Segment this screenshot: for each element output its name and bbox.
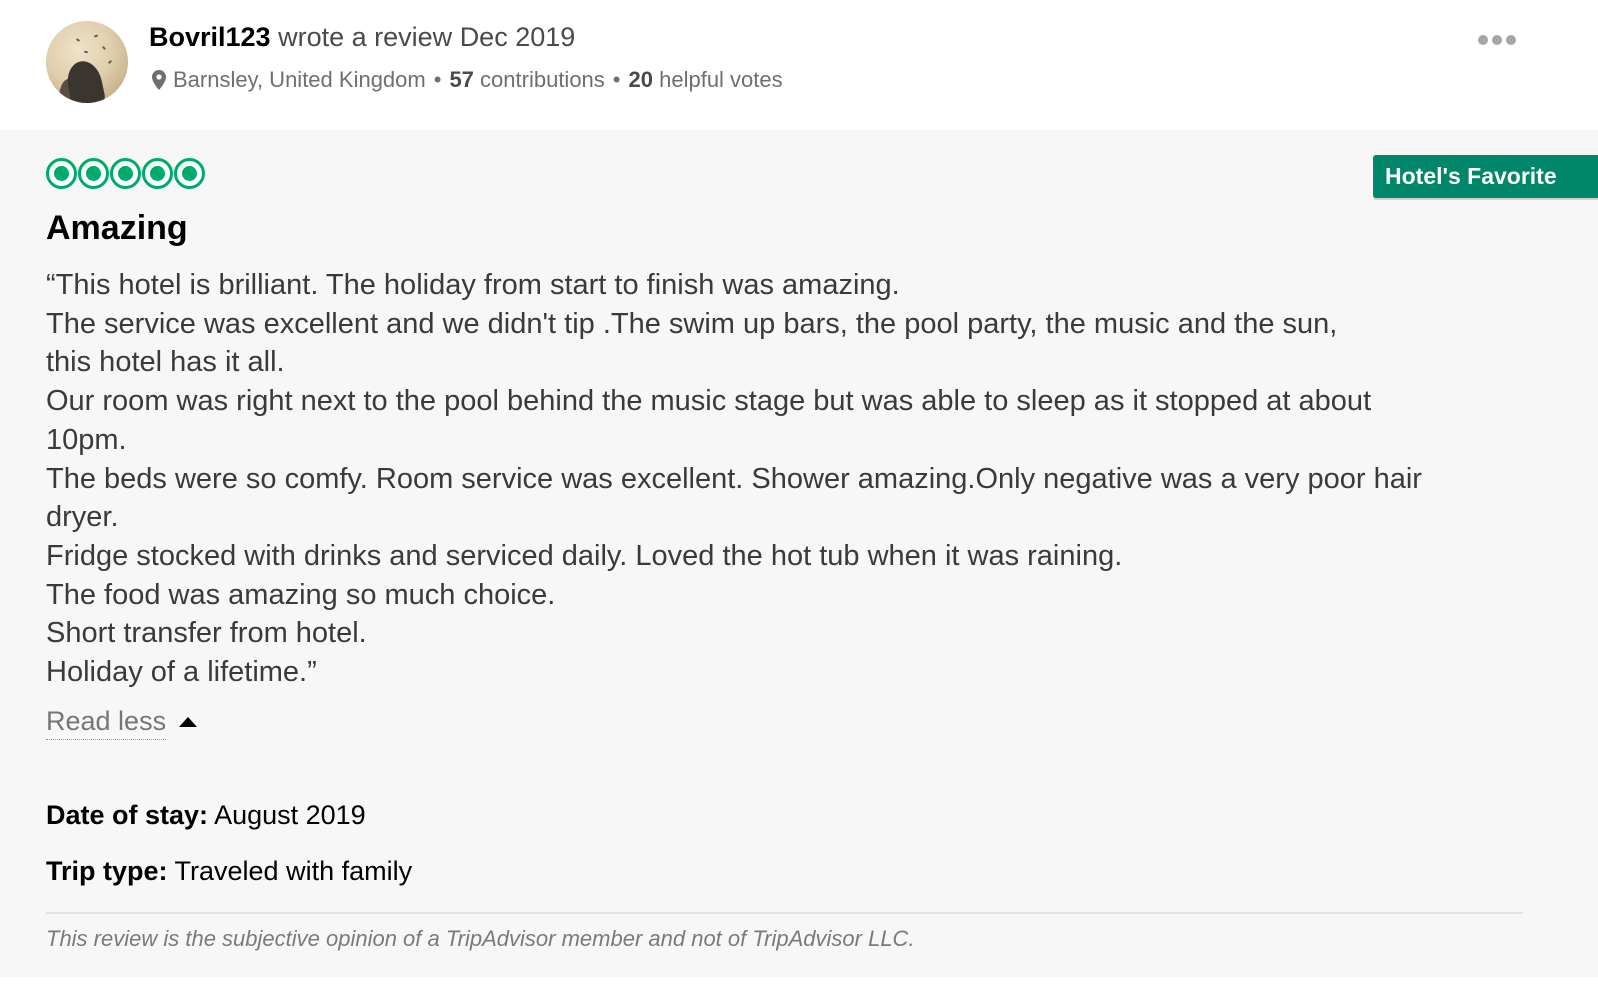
contributions-label: contributions [480, 67, 605, 92]
helpful-votes-count: 20 [628, 67, 653, 92]
date-of-stay-value: August 2019 [214, 800, 366, 830]
review-header: Bovril123 wrote a review Dec 2019 Barnsl… [0, 0, 1598, 130]
review-text-line: Holiday of a lifetime.” [46, 656, 317, 689]
review-text-line: The beds were so comfy. Room service was… [46, 462, 1422, 495]
trip-type: Trip type: Traveled with family [46, 856, 412, 887]
reviewer-name[interactable]: Bovril123 [149, 22, 271, 52]
review-text-line: 10pm. [46, 423, 127, 456]
meta-separator: • [433, 67, 442, 92]
divider [46, 912, 1523, 914]
read-less-button[interactable]: Read less [46, 706, 198, 740]
review-text-line: “This hotel is brilliant. The holiday fr… [46, 269, 900, 301]
more-options-icon[interactable] [1478, 35, 1516, 45]
rating-bubble-icon [142, 158, 173, 189]
avatar[interactable] [46, 21, 128, 103]
meta-separator: • [612, 67, 621, 92]
reviewer-meta: Barnsley, United Kingdom • 57 contributi… [152, 67, 783, 93]
review-text-line: The food was amazing so much choice. [46, 578, 556, 611]
trip-type-value: Traveled with family [174, 856, 413, 886]
rating-bubble-icon [174, 158, 205, 189]
date-of-stay: Date of stay: August 2019 [46, 800, 366, 831]
review-disclaimer: This review is the subjective opinion of… [46, 926, 915, 951]
review-text-line: this hotel has it all. [46, 346, 285, 379]
review-text-line: Fridge stocked with drinks and serviced … [46, 539, 1123, 572]
reviewer-location: Barnsley, United Kingdom [173, 67, 426, 92]
caret-up-icon[interactable] [179, 717, 198, 727]
review-text-line: dryer. [46, 501, 119, 534]
trip-type-label: Trip type: [46, 856, 168, 886]
review-title[interactable]: Amazing [46, 209, 188, 248]
review-date: Dec 2019 [459, 22, 576, 52]
review-text-line: Short transfer from hotel. [46, 617, 367, 650]
rating-bubble-icon [110, 158, 141, 189]
review-action-text: wrote a review [278, 22, 453, 52]
contributions-count: 57 [449, 67, 474, 92]
reviewer-headline: Bovril123 wrote a review Dec 2019 [149, 22, 575, 53]
map-pin-icon [152, 70, 166, 90]
read-less-label[interactable]: Read less [46, 706, 167, 740]
rating-bubbles [46, 158, 205, 189]
rating-bubble-icon [78, 158, 109, 189]
hotels-favorite-badge: Hotel's Favorite [1373, 155, 1598, 198]
review-text-line: The service was excellent and we didn't … [46, 307, 1338, 340]
date-of-stay-label: Date of stay: [46, 800, 209, 830]
review-body: “This hotel is brilliant. The holiday fr… [46, 266, 1546, 692]
review-text-line: Our room was right next to the pool behi… [46, 385, 1372, 418]
helpful-votes-label: helpful votes [659, 67, 783, 92]
rating-bubble-icon [46, 158, 77, 189]
